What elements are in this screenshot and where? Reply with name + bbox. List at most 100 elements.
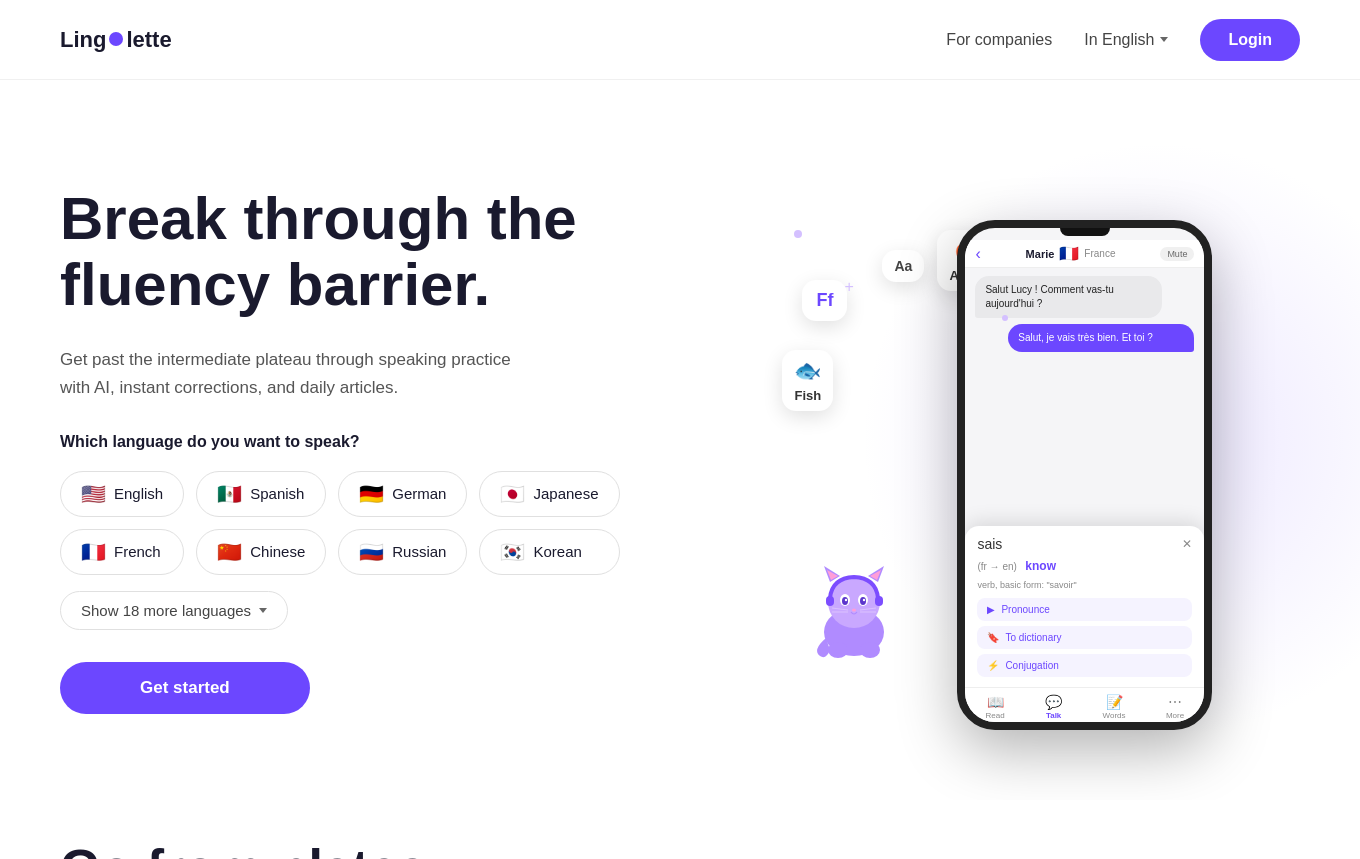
section-title-part1: Go from plateauto	[60, 839, 459, 859]
phone-mute-button[interactable]: Mute	[1160, 247, 1194, 261]
navbar: Ling lette For companies In English Login	[0, 0, 1360, 80]
popup-dictionary-button[interactable]: 🔖 To dictionary	[977, 626, 1192, 649]
language-label-english: English	[114, 485, 163, 502]
popup-close-icon[interactable]: ✕	[1182, 537, 1192, 551]
language-grid: 🇺🇸 English 🇲🇽 Spanish 🇩🇪 German 🇯🇵 Japan…	[60, 471, 620, 575]
popup-meta: (fr → en)	[977, 561, 1016, 572]
language-label-russian: Russian	[392, 543, 446, 560]
flag-chinese: 🇨🇳	[217, 540, 242, 564]
phone-tab-read[interactable]: 📖 Read	[986, 694, 1005, 720]
svg-point-8	[842, 597, 848, 605]
logo[interactable]: Ling lette	[60, 27, 172, 53]
language-button-chinese[interactable]: 🇨🇳 Chinese	[196, 529, 326, 575]
svg-point-12	[852, 609, 856, 612]
svg-point-11	[863, 599, 865, 601]
popup-conjugation-button[interactable]: ⚡ Conjugation	[977, 654, 1192, 677]
language-button-spanish[interactable]: 🇲🇽 Spanish	[196, 471, 326, 517]
language-button-german[interactable]: 🇩🇪 German	[338, 471, 467, 517]
flag-korean: 🇰🇷	[500, 540, 525, 564]
flag-english: 🇺🇸	[81, 482, 106, 506]
read-icon: 📖	[987, 694, 1004, 710]
show-more-languages-button[interactable]: Show 18 more languages	[60, 591, 288, 630]
phone-bottom-bar: 📖 Read 💬 Talk 📝 Words ⋯	[965, 687, 1204, 722]
nav-language-selector[interactable]: In English	[1084, 31, 1168, 49]
flag-french: 🇫🇷	[81, 540, 106, 564]
phone-tab-more[interactable]: ⋯ More	[1166, 694, 1184, 720]
language-button-russian[interactable]: 🇷🇺 Russian	[338, 529, 467, 575]
vocab-ff-label: Ff	[816, 290, 833, 311]
nav-language-chevron-icon	[1160, 37, 1168, 42]
talk-icon: 💬	[1045, 694, 1062, 710]
cat-mascot-svg	[812, 560, 897, 660]
nav-right: For companies In English Login	[946, 19, 1300, 61]
pronounce-icon: ▶	[987, 604, 995, 615]
more-icon: ⋯	[1168, 694, 1182, 710]
words-icon: 📝	[1106, 694, 1123, 710]
hero-title-line1: Break through the	[60, 185, 577, 252]
phone-header-user: Marie 🇫🇷 France	[1026, 244, 1116, 263]
language-button-korean[interactable]: 🇰🇷 Korean	[479, 529, 619, 575]
phone-chat-header: ‹ Marie 🇫🇷 France Mute	[965, 240, 1204, 268]
svg-rect-17	[826, 596, 834, 606]
words-label: Words	[1103, 711, 1126, 720]
chat-bubble-received: Salut Lucy ! Comment vas-tu aujourd'hui …	[975, 276, 1161, 318]
logo-o-circle	[109, 32, 123, 46]
dictionary-label: To dictionary	[1005, 632, 1061, 643]
show-more-chevron-icon	[259, 608, 267, 613]
svg-point-19	[828, 642, 848, 658]
phone-user-flag: 🇫🇷	[1059, 244, 1079, 263]
language-label-spanish: Spanish	[250, 485, 304, 502]
phone-tab-talk[interactable]: 💬 Talk	[1045, 694, 1062, 720]
hero-title-line2: fluency barrier.	[60, 251, 490, 318]
svg-point-20	[860, 642, 880, 658]
section-preview-title: Go from plateauto fluent	[60, 840, 760, 859]
popup-translation-row: (fr → en) know	[977, 556, 1192, 574]
hero-subtitle: Get past the intermediate plateau throug…	[60, 346, 540, 400]
word-definition-popup: sais ✕ (fr → en) know verb, basic form: …	[965, 526, 1204, 687]
read-label: Read	[986, 711, 1005, 720]
language-button-japanese[interactable]: 🇯🇵 Japanese	[479, 471, 619, 517]
language-button-english[interactable]: 🇺🇸 English	[60, 471, 184, 517]
language-label-german: German	[392, 485, 446, 502]
login-button[interactable]: Login	[1200, 19, 1300, 61]
popup-header: sais ✕	[977, 536, 1192, 552]
phone-chat-area: Salut Lucy ! Comment vas-tu aujourd'hui …	[965, 268, 1204, 687]
conjugation-icon: ⚡	[987, 660, 999, 671]
language-label-japanese: Japanese	[533, 485, 598, 502]
popup-actions: ▶ Pronounce 🔖 To dictionary ⚡ Conjugatio…	[977, 598, 1192, 677]
phone-user-name: Marie	[1026, 248, 1055, 260]
dictionary-icon: 🔖	[987, 632, 999, 643]
nav-language-label: In English	[1084, 31, 1154, 49]
nav-for-companies[interactable]: For companies	[946, 31, 1052, 49]
hero-left-content: Break through the fluency barrier. Get p…	[60, 186, 705, 713]
hero-language-question: Which language do you want to speak?	[60, 433, 705, 451]
phone-country-label: France	[1084, 248, 1115, 259]
language-button-french[interactable]: 🇫🇷 French	[60, 529, 184, 575]
flag-spanish: 🇲🇽	[217, 482, 242, 506]
conjugation-label: Conjugation	[1005, 660, 1058, 671]
svg-point-9	[860, 597, 866, 605]
phone-mockup-container: 🐟 Fish Ff Aa 🍎 Apple Li 🐱 Letty	[782, 170, 1222, 730]
phone-header-back: ‹	[975, 245, 980, 263]
vocab-fish-label: Fish	[795, 388, 822, 403]
vocab-card-ff: Ff	[802, 280, 847, 321]
language-label-korean: Korean	[533, 543, 581, 560]
logo-text-part1: Ling	[60, 27, 106, 53]
vocab-card-aa: Aa	[882, 250, 924, 282]
popup-word: sais	[977, 536, 1002, 552]
popup-translation: know	[1025, 559, 1056, 573]
vocab-fish-emoji: 🐟	[794, 358, 821, 384]
logo-text-part2: lette	[126, 27, 171, 53]
hero-right-illustration: 🐟 Fish Ff Aa 🍎 Apple Li 🐱 Letty	[705, 170, 1300, 730]
show-more-label: Show 18 more languages	[81, 602, 251, 619]
get-started-button[interactable]: Get started	[60, 662, 310, 714]
vocab-card-fish: 🐟 Fish	[782, 350, 833, 411]
section-preview: Go from plateauto fluent	[0, 800, 1360, 859]
popup-pronounce-button[interactable]: ▶ Pronounce	[977, 598, 1192, 621]
phone-screen: ‹ Marie 🇫🇷 France Mute Salut Lucy ! Comm…	[965, 228, 1204, 722]
svg-rect-18	[875, 596, 883, 606]
flag-german: 🇩🇪	[359, 482, 384, 506]
phone-tab-words[interactable]: 📝 Words	[1103, 694, 1126, 720]
talk-label: Talk	[1046, 711, 1061, 720]
flag-japanese: 🇯🇵	[500, 482, 525, 506]
